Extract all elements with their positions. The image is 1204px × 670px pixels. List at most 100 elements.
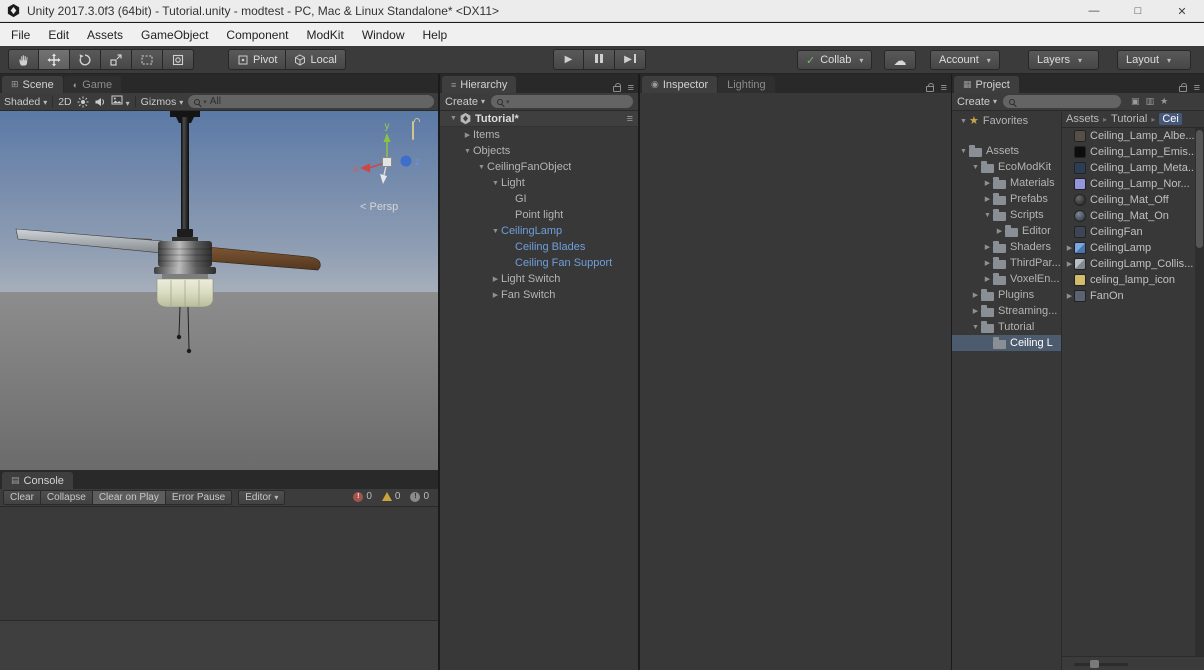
folder-row[interactable]: ▶Prefabs (952, 191, 1061, 207)
foldout-arrow[interactable]: ▼ (970, 164, 981, 171)
error-count-toggle[interactable]: !0 (348, 491, 377, 502)
tab-scene[interactable]: ⊞Scene (2, 76, 63, 93)
foldout-arrow[interactable]: ▶ (982, 179, 993, 187)
error-pause-toggle[interactable]: Error Pause (166, 490, 232, 505)
hierarchy-item[interactable]: ▶Fan Switch (440, 287, 638, 303)
folder-row[interactable]: ▶VoxelEn... (952, 271, 1061, 287)
asset-row[interactable]: celing_lamp_icon (1062, 272, 1195, 288)
axis-y-label[interactable]: y (385, 121, 390, 132)
rect-tool-button[interactable] (132, 49, 163, 70)
menu-modkit[interactable]: ModKit (297, 23, 352, 46)
folder-favorites[interactable]: ▼★Favorites (952, 113, 1061, 129)
maximize-button[interactable]: □ (1116, 0, 1160, 22)
collab-dropdown[interactable]: ✓Collab (797, 50, 872, 70)
editor-target-dropdown[interactable]: Editor (238, 490, 285, 505)
clear-on-play-toggle[interactable]: Clear on Play (93, 490, 166, 505)
layout-dropdown[interactable]: Layout (1117, 50, 1191, 70)
pivot-toggle[interactable]: Pivot (228, 49, 286, 70)
foldout-arrow[interactable]: ▶ (490, 291, 501, 299)
project-lock-icon[interactable] (1179, 86, 1187, 92)
projection-mode-label[interactable]: < Persp (360, 201, 398, 213)
asset-row[interactable]: Ceiling_Mat_Off (1062, 192, 1195, 208)
foldout-arrow[interactable]: ▶ (982, 195, 993, 203)
hierarchy-item[interactable]: GI (440, 191, 638, 207)
project-scrollbar[interactable] (1195, 128, 1204, 656)
folder-row[interactable]: ▼Scripts (952, 207, 1061, 223)
foldout-arrow[interactable]: ▼ (958, 148, 969, 155)
folder-row[interactable]: ▼Assets (952, 143, 1061, 159)
clear-button[interactable]: Clear (3, 490, 41, 505)
folder-row[interactable]: ▶Shaders (952, 239, 1061, 255)
scrollbar-thumb[interactable] (1196, 130, 1203, 248)
search-by-type-icon[interactable]: ▣ (1131, 96, 1140, 107)
hierarchy-item-scene[interactable]: ▼ Tutorial* (440, 111, 638, 127)
breadcrumb-assets[interactable]: Assets (1066, 113, 1099, 125)
foldout-arrow[interactable]: ▶ (490, 275, 501, 283)
lighting-toggle-icon[interactable] (77, 96, 89, 108)
console-log-area[interactable] (0, 507, 438, 621)
asset-row[interactable]: Ceiling_Mat_On (1062, 208, 1195, 224)
hierarchy-item[interactable]: ▶Light Switch (440, 271, 638, 287)
foldout-arrow[interactable]: ▼ (476, 164, 487, 171)
breadcrumb-tutorial[interactable]: Tutorial (1111, 113, 1147, 125)
hierarchy-create-dropdown[interactable]: Create (445, 96, 485, 108)
scene-lock-icon[interactable] (412, 122, 414, 140)
asset-row[interactable]: Ceiling_Lamp_Meta... (1062, 160, 1195, 176)
asset-row[interactable]: CeilingFan (1062, 224, 1195, 240)
audio-toggle-icon[interactable] (94, 96, 106, 108)
hierarchy-item-prefab[interactable]: ▼CeilingLamp (440, 223, 638, 239)
tab-project[interactable]: ▦Project (954, 76, 1019, 93)
folder-row[interactable]: ▼Tutorial (952, 319, 1061, 335)
play-button[interactable]: ▶ (553, 49, 584, 70)
foldout-arrow[interactable]: ▶ (982, 243, 993, 251)
scene-viewport[interactable]: y x z < Persp (0, 111, 438, 470)
collapse-toggle[interactable]: Collapse (41, 490, 93, 505)
zoom-slider-thumb[interactable] (1090, 660, 1099, 668)
project-create-dropdown[interactable]: Create (957, 96, 997, 108)
foldout-arrow[interactable]: ▶ (970, 291, 981, 299)
foldout-arrow[interactable]: ▶ (462, 131, 473, 139)
foldout-arrow[interactable]: ▼ (490, 180, 501, 187)
tab-game[interactable]: ◐Game (64, 76, 121, 93)
search-by-label-icon[interactable]: ▥ (1146, 96, 1155, 107)
menu-edit[interactable]: Edit (39, 23, 78, 46)
scene-search-input[interactable]: ▾ All (188, 95, 434, 108)
foldout-arrow[interactable]: ▼ (970, 324, 981, 331)
folder-row[interactable]: ▶Streaming... (952, 303, 1061, 319)
gizmos-dropdown[interactable]: Gizmos (141, 96, 184, 108)
transform-tool-button[interactable] (163, 49, 194, 70)
menu-help[interactable]: Help (414, 23, 457, 46)
foldout-arrow[interactable]: ▶ (970, 307, 981, 315)
axis-x-label[interactable]: x (353, 164, 358, 175)
folder-row[interactable]: ▶Plugins (952, 287, 1061, 303)
scene-context-menu-icon[interactable] (627, 113, 633, 125)
foldout-arrow[interactable]: ▶ (1065, 292, 1074, 300)
breadcrumb-current[interactable]: Cei (1159, 113, 1182, 125)
effects-dropdown[interactable] (111, 94, 130, 109)
foldout-arrow[interactable]: ▼ (958, 118, 969, 125)
hierarchy-item[interactable]: ▶Items (440, 127, 638, 143)
asset-row[interactable]: ▶CeilingLamp_Collis... (1062, 256, 1195, 272)
hand-tool-button[interactable] (8, 49, 39, 70)
hierarchy-item-prefab[interactable]: Ceiling Blades (440, 239, 638, 255)
hierarchy-item[interactable]: ▼CeilingFanObject (440, 159, 638, 175)
foldout-arrow[interactable]: ▼ (982, 212, 993, 219)
folder-row-selected[interactable]: Ceiling L (952, 335, 1061, 351)
folder-row[interactable]: ▼EcoModKit (952, 159, 1061, 175)
minimize-button[interactable]: — (1072, 0, 1116, 22)
menu-component[interactable]: Component (217, 23, 297, 46)
tab-inspector[interactable]: ◉Inspector (642, 76, 717, 93)
asset-row[interactable]: Ceiling_Lamp_Nor... (1062, 176, 1195, 192)
asset-row[interactable]: Ceiling_Lamp_Albe... (1062, 128, 1195, 144)
foldout-arrow[interactable]: ▶ (982, 259, 993, 267)
inspector-menu-icon[interactable] (941, 78, 947, 96)
folder-row[interactable]: ▶Materials (952, 175, 1061, 191)
foldout-arrow[interactable]: ▼ (490, 228, 501, 235)
foldout-arrow[interactable]: ▶ (994, 227, 1005, 235)
hierarchy-lock-icon[interactable] (613, 86, 621, 92)
local-toggle[interactable]: Local (286, 49, 345, 70)
hierarchy-item[interactable]: Point light (440, 207, 638, 223)
close-button[interactable]: ✕ (1160, 0, 1204, 22)
foldout-arrow[interactable]: ▶ (982, 275, 993, 283)
2d-toggle[interactable]: 2D (58, 96, 71, 108)
